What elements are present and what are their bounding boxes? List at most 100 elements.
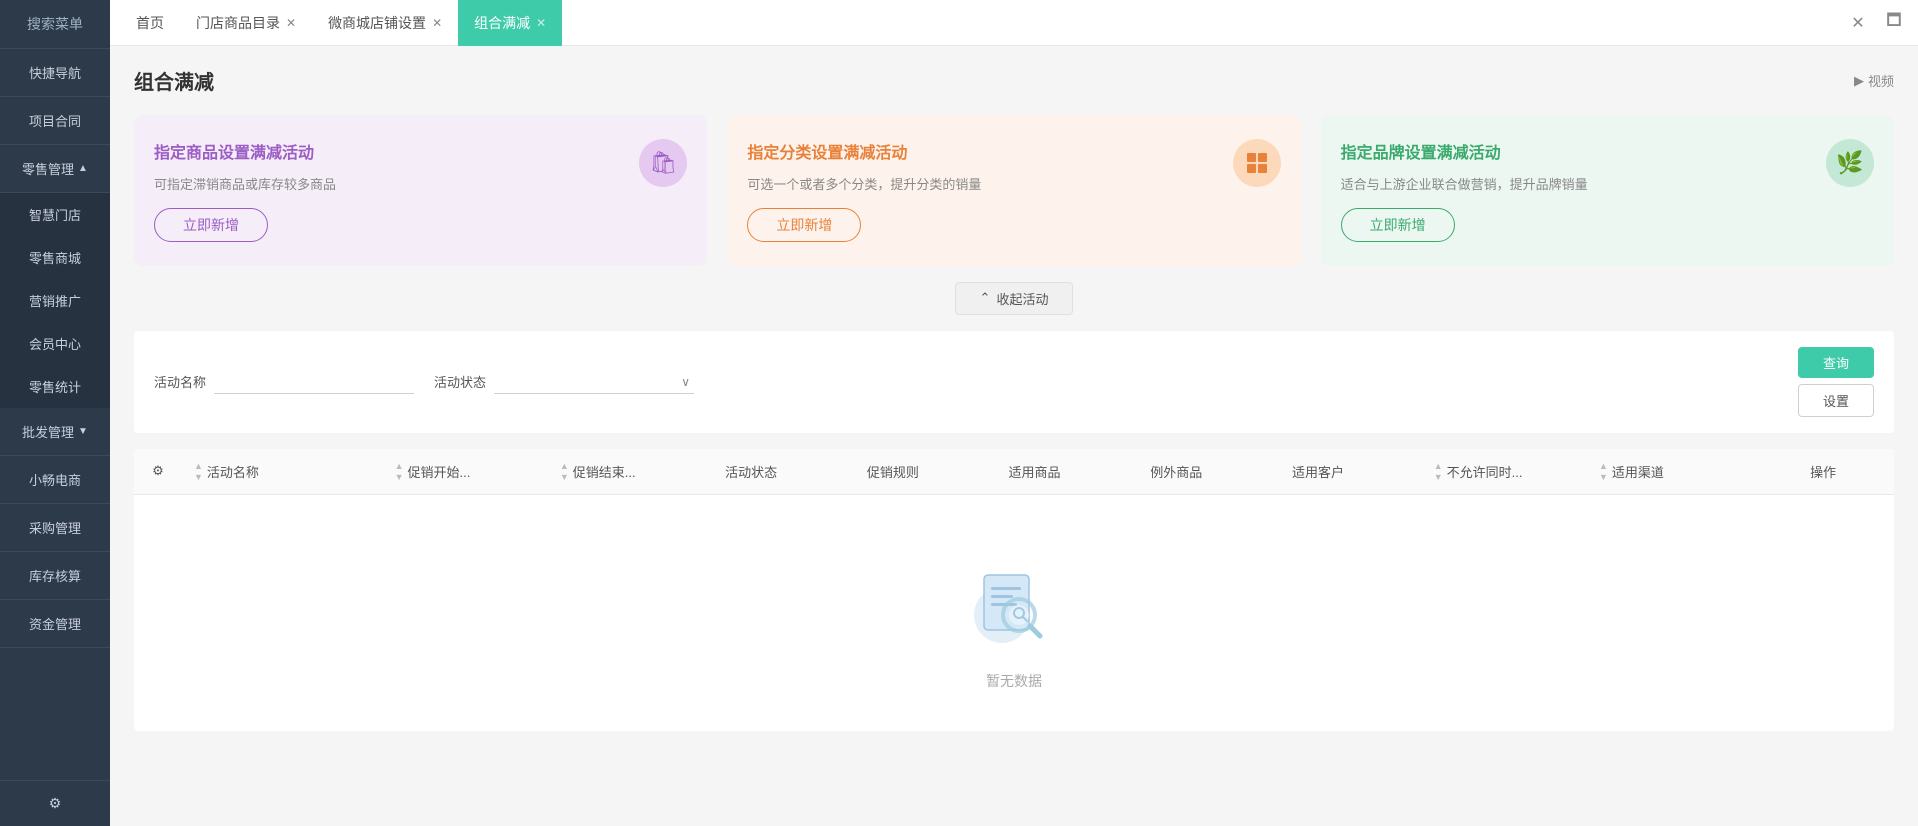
card-brand-btn[interactable]: 立即新增	[1341, 208, 1455, 242]
card-product: 🛍 指定商品设置满减活动 可指定滞销商品或库存较多商品 立即新增	[134, 115, 707, 266]
sidebar-item-member-center[interactable]: 会员中心	[0, 322, 110, 365]
card-category-title: 指定分类设置满减活动	[747, 139, 1280, 163]
tab-home[interactable]: 首页	[120, 0, 180, 46]
col-not-same: ▲▼ 不允许同时...	[1422, 461, 1587, 482]
sidebar-item-label: 零售管理	[22, 159, 74, 178]
sidebar-item-project-contract[interactable]: 项目合同	[0, 97, 110, 145]
settings-button[interactable]: ⚙	[0, 780, 110, 826]
name-label: 活动名称	[154, 372, 206, 391]
col-customer: 适用客户	[1280, 462, 1422, 481]
close-icon[interactable]: ✕	[432, 16, 442, 30]
col-end-label: 促销结束...	[573, 462, 636, 481]
name-input[interactable]	[214, 370, 414, 394]
sidebar-item-smart-store[interactable]: 智慧门店	[0, 193, 110, 236]
col-settings[interactable]: ⚙	[134, 463, 182, 479]
activity-cards: 🛍 指定商品设置满减活动 可指定滞销商品或库存较多商品 立即新增 指定分类设置满…	[134, 115, 1894, 266]
tab-store-catalog-label: 门店商品目录	[196, 13, 280, 33]
card-brand-icon: 🌿	[1826, 139, 1874, 187]
window-close-button[interactable]: ✕	[1844, 9, 1872, 37]
card-product-icon: 🛍	[639, 139, 687, 187]
sort-arrows: ▲▼	[395, 461, 404, 482]
video-label: 视频	[1868, 71, 1894, 90]
chevron-down-icon: ▼	[78, 426, 88, 437]
col-channel-label: 适用渠道	[1612, 462, 1664, 481]
sidebar: 搜索菜单 快捷导航 项目合同 零售管理 ▲ 智慧门店 零售商城 营销推广 会员中…	[0, 0, 110, 826]
close-icon[interactable]: ✕	[536, 16, 546, 30]
col-goods-label: 适用商品	[1009, 462, 1061, 481]
card-category-desc: 可选一个或者多个分类，提升分类的销量	[747, 175, 1280, 196]
sort-arrows: ▲▼	[560, 461, 569, 482]
page-title: 组合满减	[134, 66, 214, 95]
tab-store-catalog[interactable]: 门店商品目录 ✕	[180, 0, 312, 46]
col-channel: ▲▼ 适用渠道	[1587, 461, 1752, 482]
sidebar-item-fund-mgmt[interactable]: 资金管理	[0, 600, 110, 648]
table-container: ⚙ ▲▼ 活动名称 ▲▼ 促销开始... ▲▼ 促销结束... 活动状态 促销	[134, 449, 1894, 731]
col-not-same-label: 不允许同时...	[1447, 462, 1523, 481]
card-brand-desc: 适合与上游企业联合做营销，提升品牌销量	[1341, 175, 1874, 196]
content-area: 组合满减 ▶ 视频 🛍 指定商品设置满减活动 可指定滞销商品或库存较多商品 立即…	[110, 46, 1918, 826]
sidebar-item-inventory[interactable]: 库存核算	[0, 552, 110, 600]
card-product-title: 指定商品设置满减活动	[154, 139, 687, 163]
table-header: ⚙ ▲▼ 活动名称 ▲▼ 促销开始... ▲▼ 促销结束... 活动状态 促销	[134, 449, 1894, 495]
sidebar-item-wholesale-mgmt[interactable]: 批发管理 ▼	[0, 408, 110, 456]
sidebar-item-retail-stats[interactable]: 零售统计	[0, 365, 110, 408]
col-status-label: 活动状态	[725, 462, 777, 481]
setting-button[interactable]: 设置	[1798, 384, 1874, 417]
col-status: 活动状态	[713, 462, 855, 481]
card-product-desc: 可指定滞销商品或库存较多商品	[154, 175, 687, 196]
status-select[interactable]	[494, 370, 694, 394]
col-name-label: 活动名称	[207, 462, 259, 481]
chevron-up-icon: ⌃	[980, 290, 991, 306]
sort-arrows: ▲▼	[1434, 461, 1443, 482]
gear-icon: ⚙	[49, 795, 62, 812]
query-button[interactable]: 查询	[1798, 347, 1874, 378]
sidebar-item-xiaochangec[interactable]: 小畅电商	[0, 456, 110, 504]
tab-wechat-store-settings[interactable]: 微商城店铺设置 ✕	[312, 0, 458, 46]
col-action: 操作	[1752, 462, 1894, 481]
tab-combo-discount[interactable]: 组合满减 ✕	[458, 0, 562, 46]
col-except-label: 例外商品	[1150, 462, 1202, 481]
empty-state: 暂无数据	[134, 495, 1894, 731]
tab-wechat-store-settings-label: 微商城店铺设置	[328, 13, 426, 33]
name-field: 活动名称	[154, 370, 414, 394]
collapse-label: 收起活动	[996, 289, 1048, 308]
play-icon: ▶	[1854, 73, 1864, 89]
col-promo-end: ▲▼ 促销结束...	[548, 461, 713, 482]
sidebar-item-retail-mgmt[interactable]: 零售管理 ▲	[0, 145, 110, 193]
sidebar-item-marketing[interactable]: 营销推广	[0, 279, 110, 322]
search-bar: 活动名称 活动状态 ∨ 查询 设置	[134, 331, 1894, 433]
col-goods: 适用商品	[997, 462, 1139, 481]
tab-bar-actions: ✕ 🗖	[1844, 9, 1908, 37]
window-restore-button[interactable]: 🗖	[1880, 9, 1908, 37]
sort-arrows: ▲▼	[1599, 461, 1608, 482]
tab-bar: 首页 门店商品目录 ✕ 微商城店铺设置 ✕ 组合满减 ✕ ✕ 🗖	[110, 0, 1918, 46]
sidebar-item-purchase-mgmt[interactable]: 采购管理	[0, 504, 110, 552]
col-rule-label: 促销规则	[867, 462, 919, 481]
video-link[interactable]: ▶ 视频	[1854, 71, 1894, 90]
sidebar-search[interactable]: 搜索菜单	[0, 0, 110, 49]
sidebar-item-quick-nav[interactable]: 快捷导航	[0, 49, 110, 97]
page-header: 组合满减 ▶ 视频	[134, 66, 1894, 95]
card-category-btn[interactable]: 立即新增	[747, 208, 861, 242]
status-label: 活动状态	[434, 372, 486, 391]
col-name: ▲▼ 活动名称	[182, 461, 383, 482]
collapse-bar: ⌃ 收起活动	[134, 282, 1894, 315]
col-promo-start: ▲▼ 促销开始...	[383, 461, 548, 482]
search-actions: 查询 设置	[1798, 347, 1874, 417]
sort-arrows: ▲▼	[194, 461, 203, 482]
empty-text: 暂无数据	[986, 671, 1042, 691]
col-rule: 促销规则	[855, 462, 997, 481]
tab-home-label: 首页	[136, 13, 164, 33]
close-icon[interactable]: ✕	[286, 16, 296, 30]
status-field: 活动状态 ∨	[434, 370, 694, 394]
card-product-btn[interactable]: 立即新增	[154, 208, 268, 242]
card-brand-title: 指定品牌设置满减活动	[1341, 139, 1874, 163]
main-area: 首页 门店商品目录 ✕ 微商城店铺设置 ✕ 组合满减 ✕ ✕ 🗖 组合满减 ▶ …	[110, 0, 1918, 826]
card-category: 指定分类设置满减活动 可选一个或者多个分类，提升分类的销量 立即新增	[727, 115, 1300, 266]
col-action-label: 操作	[1810, 462, 1836, 481]
col-start-label: 促销开始...	[408, 462, 471, 481]
sidebar-item-retail-mall[interactable]: 零售商城	[0, 236, 110, 279]
collapse-button[interactable]: ⌃ 收起活动	[955, 282, 1074, 315]
sidebar-item-label: 批发管理	[22, 422, 74, 441]
col-customer-label: 适用客户	[1292, 462, 1344, 481]
